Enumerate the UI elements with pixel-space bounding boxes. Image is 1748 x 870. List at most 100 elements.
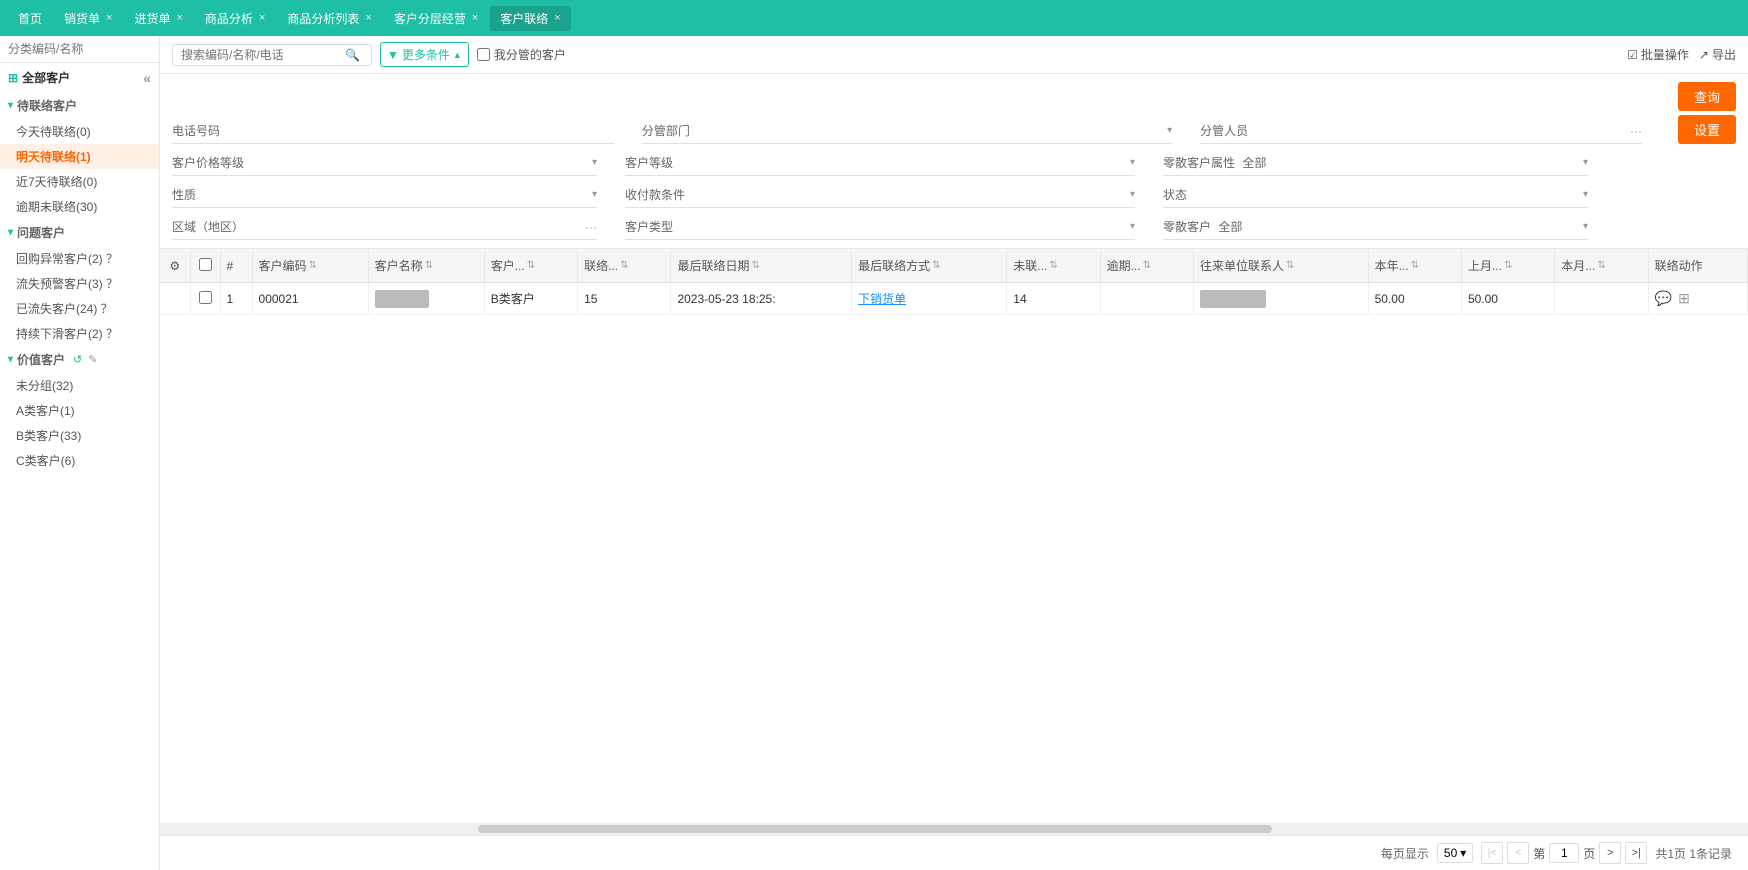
query-button[interactable]: 查询 — [1678, 82, 1736, 111]
scroll-thumb[interactable] — [478, 825, 1272, 833]
sidebar-item-ungrouped[interactable]: 未分组(32) — [0, 373, 159, 398]
last-page-button[interactable]: >| — [1625, 842, 1647, 864]
nav-sales-order[interactable]: 销货单 × — [54, 6, 122, 31]
filter-retail-customer[interactable]: 零散客户 全部 ▾ — [1163, 214, 1588, 240]
manager-dots-icon[interactable]: ··· — [1630, 124, 1642, 138]
my-customers-checkbox-label[interactable]: 我分管的客户 — [477, 46, 566, 63]
sidebar-all-customers[interactable]: ⊞ 全部客户 « — [0, 63, 159, 92]
nav-customer-contact[interactable]: 客户联络 × — [490, 6, 570, 31]
more-filter-button[interactable]: ▼ 更多条件 ▲ — [380, 42, 469, 67]
sidebar-item-declining[interactable]: 持续下滑客户(2) ？ — [0, 321, 159, 346]
sidebar-item-7days[interactable]: 近7天待联络(0) — [0, 169, 159, 194]
thisyear-col-header[interactable]: 本年...⇅ — [1368, 249, 1461, 283]
next-page-button[interactable]: > — [1599, 842, 1621, 864]
sidebar-group-pending[interactable]: 待联络客户 — [0, 92, 159, 119]
close-contact-icon[interactable]: × — [554, 12, 560, 24]
nocontact-col-header[interactable]: 未联...⇅ — [1007, 249, 1100, 283]
sidebar-item-churn-warning[interactable]: 流失预警客户(3) ？ — [0, 271, 159, 296]
sidebar-item-today[interactable]: 今天待联络(0) — [0, 119, 159, 144]
lastmonth-cell: 50.00 — [1461, 283, 1554, 315]
phone-label: 电话号码 — [172, 122, 252, 139]
page-navigation: |< < 第 页 > >| — [1481, 842, 1647, 864]
region-dots-icon[interactable]: ··· — [585, 220, 597, 234]
lastmethod-col-header[interactable]: 最后联络方式⇅ — [852, 249, 1007, 283]
search-input[interactable] — [181, 48, 341, 62]
sidebar-item-overdue[interactable]: 逾期未联络(30) — [0, 194, 159, 219]
name-col-header[interactable]: 客户名称⇅ — [368, 249, 484, 283]
table-container: ⚙ # 客户编码⇅ 客户名称⇅ 客户...⇅ 联络...⇅ 最后联络日期⇅ 最后… — [160, 249, 1748, 823]
lastmonth-col-header[interactable]: 上月...⇅ — [1461, 249, 1554, 283]
close-purchase-icon[interactable]: × — [176, 12, 182, 24]
level-arrow-icon: ▾ — [1130, 157, 1135, 168]
select-all-checkbox[interactable] — [199, 258, 212, 271]
nav-home[interactable]: 首页 — [8, 6, 52, 31]
phone-input[interactable] — [252, 124, 614, 138]
nav-purchase-order[interactable]: 进货单 × — [124, 6, 192, 31]
close-sales-icon[interactable]: × — [106, 12, 112, 24]
sidebar-item-abnormal[interactable]: 回购异常客户(2) ？ — [0, 246, 159, 271]
type-cell: B类客户 — [484, 283, 577, 315]
check-cell[interactable] — [190, 283, 220, 315]
sidebar-item-tomorrow[interactable]: 明天待联络(1) — [0, 144, 159, 169]
row-checkbox[interactable] — [199, 291, 212, 304]
filter-customer-level[interactable]: 客户等级 ▾ — [625, 150, 1135, 176]
nav-product-analysis-list[interactable]: 商品分析列表 × — [277, 6, 381, 31]
thismonth-col-header[interactable]: 本月...⇅ — [1555, 249, 1648, 283]
filter-customer-grade[interactable]: 客户价格等级 ▾ — [172, 150, 597, 176]
code-col-header[interactable]: 客户编码⇅ — [252, 249, 368, 283]
batch-op-button[interactable]: ☑ 批量操作 — [1627, 46, 1689, 63]
pagination-bar: 每页显示 50 ▾ |< < 第 页 > >| 共1页 1条记录 — [160, 835, 1748, 870]
per-page-label: 每页显示 — [1381, 845, 1429, 862]
filter-retail-attr[interactable]: 零散客户属性 全部 ▾ — [1163, 150, 1588, 176]
filter-payment[interactable]: 收付款条件 ▾ — [625, 182, 1135, 208]
lastdate-sort-icon: ⇅ — [751, 260, 759, 271]
sidebar-item-b-class[interactable]: B类客户(33) — [0, 423, 159, 448]
chevron-up-icon: ▲ — [453, 50, 462, 60]
lastdate-col-header[interactable]: 最后联络日期⇅ — [671, 249, 852, 283]
per-page-select[interactable]: 50 ▾ — [1437, 843, 1473, 863]
contact-col-header[interactable]: 联络...⇅ — [578, 249, 671, 283]
sidebar-item-a-class[interactable]: A类客户(1) — [0, 398, 159, 423]
close-product-analysis-icon[interactable]: × — [259, 12, 265, 24]
sidebar-item-c-class[interactable]: C类客户(6) — [0, 448, 159, 473]
prev-page-button[interactable]: < — [1507, 842, 1529, 864]
table-body: 1 000021 Ea B类客户 15 2023-05-23 18:25: 下销… — [160, 283, 1748, 315]
sidebar-item-churned[interactable]: 已流失客户(24) ？ — [0, 296, 159, 321]
page-prefix: 第 — [1533, 845, 1545, 862]
filter-customer-type[interactable]: 客户类型 ▾ — [625, 214, 1135, 240]
grid-icon: ⊞ — [8, 71, 18, 85]
nav-product-analysis[interactable]: 商品分析 × — [195, 6, 275, 31]
contact-person-blurred: xxx — [1200, 290, 1266, 308]
type-col-header[interactable]: 客户...⇅ — [484, 249, 577, 283]
filter-region[interactable]: 区域（地区） ··· — [172, 214, 597, 240]
filter-phone: 电话号码 — [172, 118, 614, 144]
grid-action-icon[interactable]: ⊞ — [1678, 290, 1690, 307]
page-number-input[interactable] — [1549, 843, 1579, 863]
filter-nature[interactable]: 性质 ▾ — [172, 182, 597, 208]
sidebar-search-input[interactable] — [8, 42, 160, 56]
check-col-header[interactable] — [190, 249, 220, 283]
overdue-col-header[interactable]: 逾期...⇅ — [1100, 249, 1193, 283]
customer-type-label: 客户类型 — [625, 218, 705, 235]
filter-status[interactable]: 状态 ▾ — [1163, 182, 1588, 208]
my-customers-checkbox[interactable] — [477, 48, 490, 61]
sidebar-group-value[interactable]: 价值客户 ↺ ✎ — [0, 346, 159, 373]
sidebar-group-problem[interactable]: 问题客户 — [0, 219, 159, 246]
gear-col-header[interactable]: ⚙ — [160, 249, 190, 283]
nav-customer-segment[interactable]: 客户分层经营 × — [384, 6, 488, 31]
first-page-button[interactable]: |< — [1481, 842, 1503, 864]
last-method-link[interactable]: 下销货单 — [858, 292, 906, 306]
close-segment-icon[interactable]: × — [472, 12, 478, 24]
comment-action-icon[interactable]: 💬 — [1655, 290, 1672, 307]
collapse-icon[interactable]: « — [143, 70, 151, 86]
filter-dept[interactable]: 分管部门 ▾ — [642, 118, 1172, 144]
close-product-list-icon[interactable]: × — [365, 12, 371, 24]
toolbar-right: ☑ 批量操作 ↗ 导出 — [1627, 46, 1736, 63]
filter-manager[interactable]: 分管人员 ··· — [1200, 118, 1642, 144]
search-icon[interactable]: 🔍 — [345, 48, 360, 62]
export-button[interactable]: ↗ 导出 — [1699, 46, 1736, 63]
horizontal-scrollbar[interactable] — [160, 823, 1748, 835]
contact-person-col-header[interactable]: 往来单位联系人⇅ — [1193, 249, 1368, 283]
settings-button[interactable]: 设置 — [1678, 115, 1736, 144]
lastmethod-cell[interactable]: 下销货单 — [852, 283, 1007, 315]
